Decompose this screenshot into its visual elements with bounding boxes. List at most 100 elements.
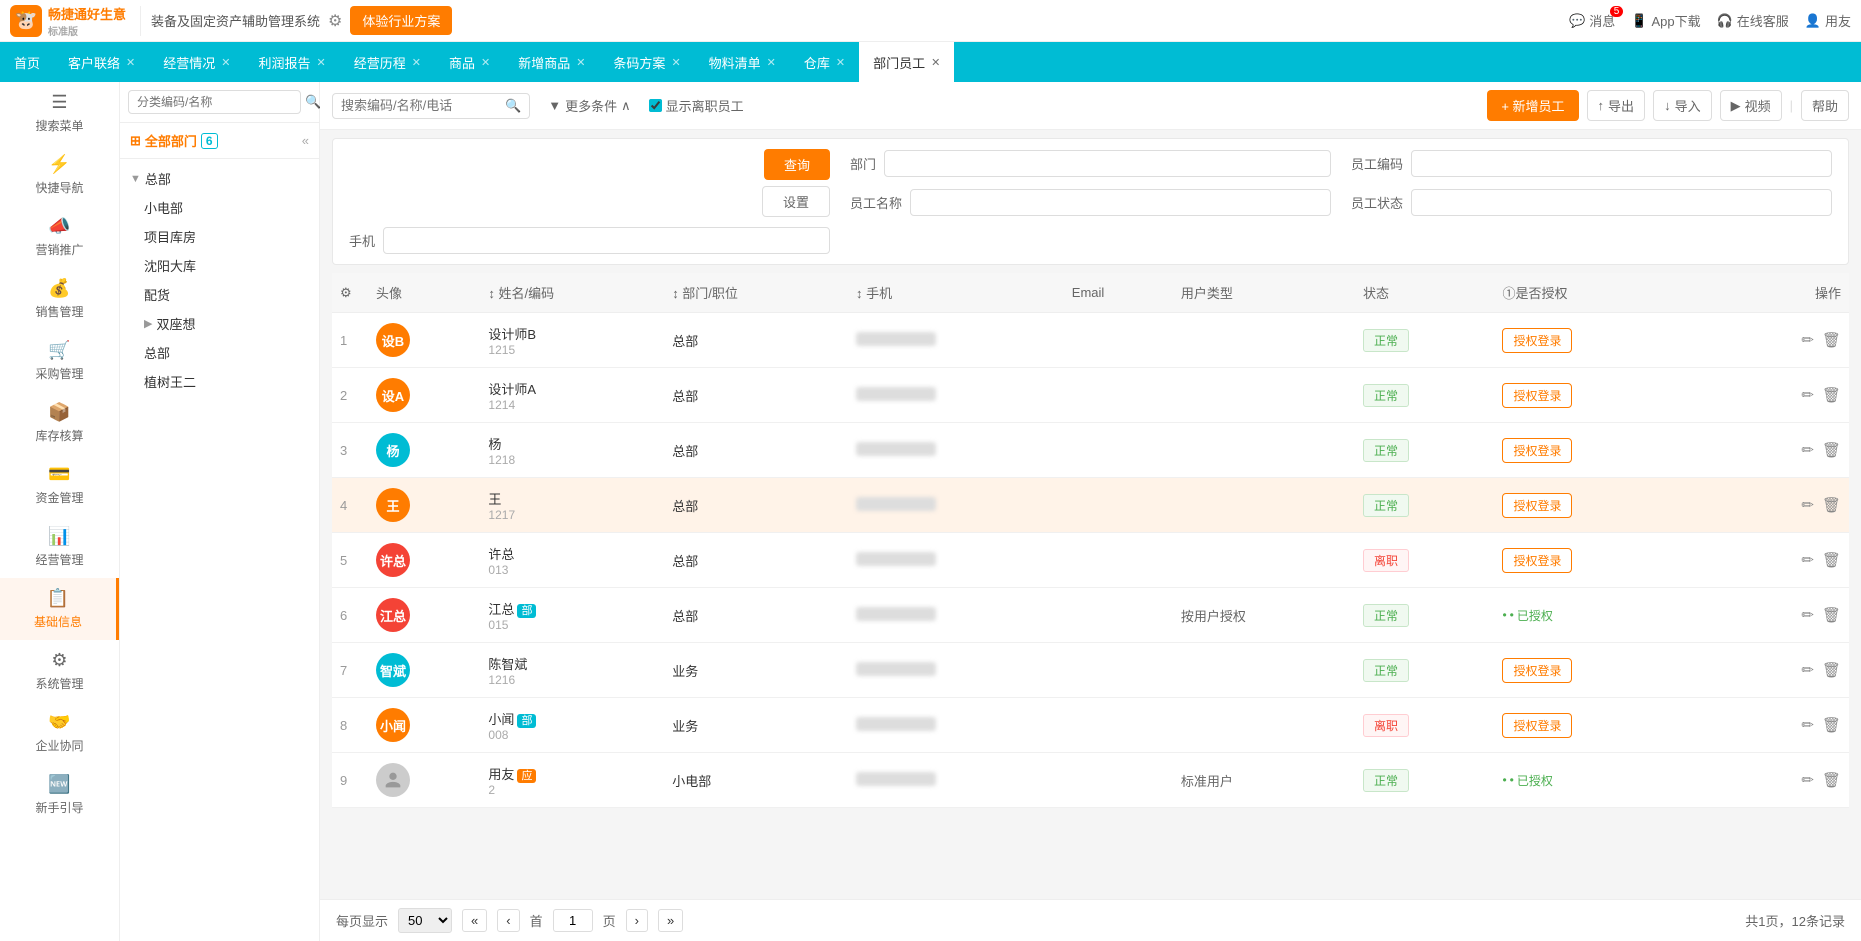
close-icon[interactable]: ✕ xyxy=(317,56,326,69)
tab-history[interactable]: 经营历程 ✕ xyxy=(340,42,435,82)
dept-node-shuang[interactable]: ▶ 双座想 xyxy=(120,309,319,338)
edit-icon[interactable]: ✏ xyxy=(1801,331,1814,349)
close-icon[interactable]: ✕ xyxy=(767,56,776,69)
dept-node-project-room[interactable]: 项目库房 xyxy=(120,222,319,251)
first-page-button[interactable]: « xyxy=(462,909,487,932)
dept-select[interactable] xyxy=(884,150,1331,177)
delete-icon[interactable]: 🗑 xyxy=(1822,661,1841,679)
delete-icon[interactable]: 🗑 xyxy=(1822,716,1841,734)
tab-new-goods[interactable]: 新增商品 ✕ xyxy=(504,42,599,82)
auth-button[interactable]: 授权登录 xyxy=(1502,713,1572,738)
close-icon[interactable]: ✕ xyxy=(931,56,940,69)
delete-icon[interactable]: 🗑 xyxy=(1822,551,1841,569)
sidebar-item-guide[interactable]: 🆕 新手引导 xyxy=(0,764,119,826)
edit-icon[interactable]: ✏ xyxy=(1801,441,1814,459)
message-button[interactable]: 💬 消息 5 xyxy=(1569,11,1615,30)
sidebar-item-shortcuts[interactable]: ⚡ 快捷导航 xyxy=(0,144,119,206)
close-icon[interactable]: ✕ xyxy=(576,56,585,69)
sidebar-item-collab[interactable]: 🤝 企业协同 xyxy=(0,702,119,764)
edit-icon[interactable]: ✏ xyxy=(1801,661,1814,679)
dept-search-input[interactable] xyxy=(128,90,301,114)
phone-input[interactable] xyxy=(383,227,830,254)
sidebar-item-purchase[interactable]: 🛒 采购管理 xyxy=(0,330,119,392)
user-button[interactable]: 👤 用友 xyxy=(1805,11,1851,30)
delete-icon[interactable]: 🗑 xyxy=(1822,771,1841,789)
delete-icon[interactable]: 🗑 xyxy=(1822,606,1841,624)
edit-icon[interactable]: ✏ xyxy=(1801,771,1814,789)
col-settings[interactable]: ⚙ xyxy=(332,273,368,313)
col-phone[interactable]: ↕ 手机 xyxy=(848,273,1064,313)
sidebar-item-sales[interactable]: 💰 销售管理 xyxy=(0,268,119,330)
edit-icon[interactable]: ✏ xyxy=(1801,496,1814,514)
auth-button[interactable]: 授权登录 xyxy=(1502,438,1572,463)
dept-all-label[interactable]: ⊞ 全部部门 6 xyxy=(130,131,218,150)
edit-icon[interactable]: ✏ xyxy=(1801,551,1814,569)
reset-button[interactable]: 设置 xyxy=(762,186,830,217)
dept-node-zhishu[interactable]: 植树王二 xyxy=(120,367,319,396)
prev-page-button[interactable]: ‹ xyxy=(497,909,519,932)
tab-warehouse[interactable]: 仓库 ✕ xyxy=(790,42,859,82)
show-resigned-checkbox[interactable]: 显示离职员工 xyxy=(649,96,744,115)
emp-status-select[interactable] xyxy=(1411,189,1832,216)
close-icon[interactable]: ✕ xyxy=(412,56,421,69)
edit-icon[interactable]: ✏ xyxy=(1801,716,1814,734)
close-icon[interactable]: ✕ xyxy=(126,56,135,69)
close-icon[interactable]: ✕ xyxy=(671,56,680,69)
sidebar-item-management[interactable]: 📊 经营管理 xyxy=(0,516,119,578)
per-page-select[interactable]: 50 100 200 xyxy=(398,908,452,933)
auth-button[interactable]: 授权登录 xyxy=(1502,658,1572,683)
download-button[interactable]: 📱 App下载 xyxy=(1631,11,1700,30)
settings-button[interactable]: ⚙ xyxy=(328,11,342,31)
auth-button[interactable]: 授权登录 xyxy=(1502,328,1572,353)
service-button[interactable]: 🎧 在线客服 xyxy=(1717,11,1789,30)
emp-name-input[interactable] xyxy=(910,189,1331,216)
sidebar-item-marketing[interactable]: 📣 营销推广 xyxy=(0,206,119,268)
add-employee-button[interactable]: + 新增员工 xyxy=(1487,90,1578,121)
sidebar-item-basic[interactable]: 📋 基础信息 xyxy=(0,578,119,640)
sidebar-item-search[interactable]: ☰ 搜索菜单 xyxy=(0,82,119,144)
collapse-icon[interactable]: « xyxy=(302,133,309,148)
sidebar-item-system[interactable]: ⚙ 系统管理 xyxy=(0,640,119,702)
more-filters-button[interactable]: ▼ 更多条件 ∧ xyxy=(540,92,638,119)
tab-operations[interactable]: 经营情况 ✕ xyxy=(149,42,244,82)
sidebar-item-inventory[interactable]: 📦 库存核算 xyxy=(0,392,119,454)
tab-goods[interactable]: 商品 ✕ xyxy=(435,42,504,82)
tab-profit[interactable]: 利润报告 ✕ xyxy=(244,42,339,82)
col-name[interactable]: ↕ 姓名/编码 xyxy=(480,273,664,313)
search-icon[interactable]: 🔍 xyxy=(505,98,521,114)
close-icon[interactable]: ✕ xyxy=(481,56,490,69)
export-button[interactable]: ↑ 导出 xyxy=(1587,90,1646,121)
last-page-button[interactable]: » xyxy=(658,909,683,932)
col-dept[interactable]: ↕ 部门/职位 xyxy=(664,273,848,313)
tab-customer[interactable]: 客户联络 ✕ xyxy=(54,42,149,82)
tab-bom[interactable]: 物料清单 ✕ xyxy=(695,42,790,82)
auth-button[interactable]: 授权登录 xyxy=(1502,548,1572,573)
search-input[interactable] xyxy=(341,98,501,113)
delete-icon[interactable]: 🗑 xyxy=(1822,386,1841,404)
edit-icon[interactable]: ✏ xyxy=(1801,606,1814,624)
dept-node-hq[interactable]: ▼ 总部 xyxy=(120,164,319,193)
delete-icon[interactable]: 🗑 xyxy=(1822,441,1841,459)
dept-node-hq2[interactable]: 总部 xyxy=(120,338,319,367)
next-page-button[interactable]: › xyxy=(626,909,648,932)
delete-icon[interactable]: 🗑 xyxy=(1822,496,1841,514)
edit-icon[interactable]: ✏ xyxy=(1801,386,1814,404)
auth-button[interactable]: 授权登录 xyxy=(1502,493,1572,518)
tab-barcode[interactable]: 条码方案 ✕ xyxy=(599,42,694,82)
dept-node-distribution[interactable]: 配货 xyxy=(120,280,319,309)
sidebar-item-finance[interactable]: 💳 资金管理 xyxy=(0,454,119,516)
dept-search-icon[interactable]: 🔍 xyxy=(305,94,321,110)
tab-home[interactable]: 首页 xyxy=(0,42,54,82)
page-number-input[interactable] xyxy=(553,909,593,932)
dept-node-shenyang[interactable]: 沈阳大库 xyxy=(120,251,319,280)
close-icon[interactable]: ✕ xyxy=(221,56,230,69)
import-button[interactable]: ↓ 导入 xyxy=(1653,90,1712,121)
dept-node-small-elec[interactable]: 小电部 xyxy=(120,193,319,222)
search-button[interactable]: 查询 xyxy=(764,149,830,180)
delete-icon[interactable]: 🗑 xyxy=(1822,331,1841,349)
trial-button[interactable]: 体验行业方案 xyxy=(350,6,452,35)
emp-code-input[interactable] xyxy=(1411,150,1832,177)
tab-employees[interactable]: 部门员工 ✕ xyxy=(859,42,954,82)
auth-button[interactable]: 授权登录 xyxy=(1502,383,1572,408)
close-icon[interactable]: ✕ xyxy=(836,56,845,69)
